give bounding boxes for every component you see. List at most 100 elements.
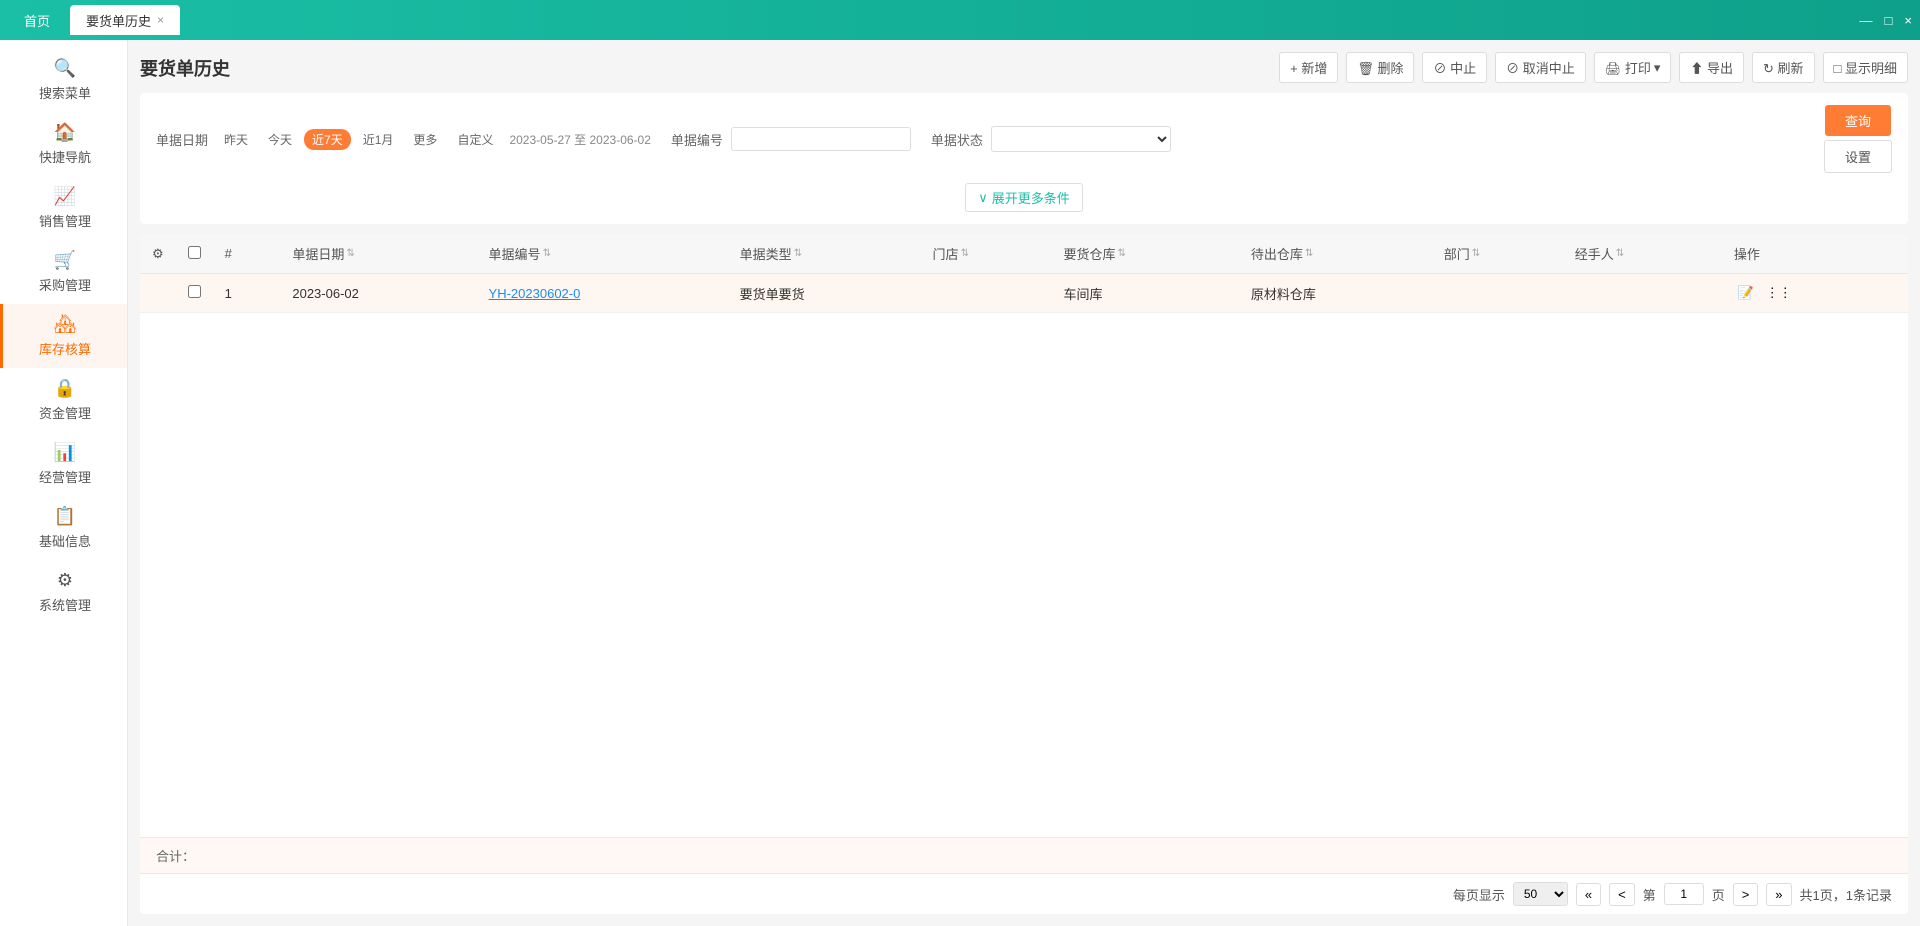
col-docno[interactable]: 单据编号 ⇅ (477, 234, 728, 274)
total-label: 共1页，1条记录 (1800, 885, 1892, 904)
shortcut-yesterday[interactable]: 昨天 (216, 129, 256, 150)
col-doctype-label: 单据类型 (740, 244, 792, 263)
page-title: 要货单历史 (140, 55, 230, 81)
col-req-warehouse-label: 要货仓库 (1064, 244, 1116, 263)
cell-store (921, 274, 1052, 313)
shortcut-more[interactable]: 更多 (405, 129, 445, 150)
docno-input[interactable] (731, 127, 911, 151)
expand-more-button[interactable]: ∨ 展开更多条件 (965, 183, 1083, 212)
col-check (176, 234, 213, 274)
sidebar-item-finance-label: 资金管理 (39, 403, 91, 422)
setting-button[interactable]: 设置 (1824, 140, 1892, 173)
pagination: 每页显示 20 50 100 200 « < 第 页 > (140, 873, 1908, 914)
export-button-label: ⬆ 导出 (1690, 58, 1733, 77)
more-button[interactable]: ⋮⋮ (1762, 282, 1796, 304)
cell-check (176, 274, 213, 313)
col-handler-label: 经手人 (1575, 244, 1614, 263)
select-all-checkbox[interactable] (188, 246, 201, 259)
cell-pending-warehouse: 原材料仓库 (1239, 274, 1432, 313)
table-header-row: ⚙ # 单据日期 ⇅ 单据编号 (140, 234, 1908, 274)
col-pending-warehouse-sort[interactable]: 待出仓库 ⇅ (1251, 244, 1313, 263)
col-date[interactable]: 单据日期 ⇅ (280, 234, 476, 274)
sidebar-item-purchase[interactable]: 🛒 采购管理 (0, 240, 127, 304)
page-header: 要货单历史 + 新增 🗑 删除 ⊘ 中止 ⊘ 取消中止 🖨 打印 ▾ (140, 52, 1908, 83)
col-handler-sort[interactable]: 经手人 ⇅ (1575, 244, 1624, 263)
new-button[interactable]: + 新增 (1279, 52, 1338, 83)
row-checkbox[interactable] (188, 285, 201, 298)
sidebar-item-search[interactable]: 🔍 搜索菜单 (0, 48, 127, 112)
page-input[interactable] (1664, 883, 1704, 905)
toolbar: + 新增 🗑 删除 ⊘ 中止 ⊘ 取消中止 🖨 打印 ▾ ⬆ 导出 (1279, 52, 1908, 83)
cancel-stop-button[interactable]: ⊘ 取消中止 (1495, 52, 1586, 83)
next-page-button[interactable]: > (1733, 883, 1759, 906)
sidebar-item-operation-label: 经营管理 (39, 467, 91, 486)
jump-suffix: 页 (1712, 885, 1725, 904)
show-detail-button[interactable]: □ 显示明细 (1823, 52, 1908, 83)
more-icon: ⋮⋮ (1766, 285, 1792, 300)
col-dept-sort[interactable]: 部门 ⇅ (1444, 244, 1480, 263)
col-doctype[interactable]: 单据类型 ⇅ (728, 234, 921, 274)
window-close-icon[interactable]: × (1904, 13, 1912, 28)
new-button-label: + 新增 (1290, 58, 1327, 77)
tab-home[interactable]: 首页 (8, 5, 66, 35)
prev-page-button[interactable]: < (1609, 883, 1635, 906)
export-button[interactable]: ⬆ 导出 (1679, 52, 1744, 83)
col-store-label: 门店 (933, 244, 959, 263)
refresh-button[interactable]: ↻ 刷新 (1752, 52, 1815, 83)
shortcut-1month[interactable]: 近1月 (355, 129, 402, 150)
system-icon: ⚙ (57, 570, 73, 591)
col-dept[interactable]: 部门 ⇅ (1432, 234, 1563, 274)
tab-active[interactable]: 要货单历史 × (70, 5, 180, 35)
delete-button-label: 🗑 删除 (1357, 58, 1403, 77)
stop-button[interactable]: ⊘ 中止 (1422, 52, 1487, 83)
query-button[interactable]: 查询 (1825, 105, 1891, 136)
sidebar-item-basic[interactable]: 📋 基础信息 (0, 496, 127, 560)
delete-button[interactable]: 🗑 删除 (1346, 52, 1414, 83)
cancel-stop-button-label: ⊘ 取消中止 (1506, 58, 1575, 77)
col-req-warehouse-sort-icon: ⇅ (1118, 248, 1126, 259)
col-docno-label: 单据编号 (489, 244, 541, 263)
status-label: 单据状态 (931, 130, 983, 149)
tab-close-icon[interactable]: × (157, 13, 164, 27)
col-date-sort[interactable]: 单据日期 ⇅ (292, 244, 354, 263)
main-layout: 🔍 搜索菜单 🏠 快捷导航 📈 销售管理 🛒 采购管理 🏘 库存核算 🔒 资金管… (0, 40, 1920, 926)
shortcut-7days[interactable]: 近7天 (304, 129, 351, 150)
col-pending-warehouse[interactable]: 待出仓库 ⇅ (1239, 234, 1432, 274)
show-detail-label: □ 显示明细 (1834, 58, 1897, 77)
sidebar-item-inventory[interactable]: 🏘 库存核算 (0, 304, 127, 368)
minimize-icon[interactable]: — (1860, 13, 1873, 28)
last-page-button[interactable]: » (1766, 883, 1791, 906)
cell-settings (140, 274, 176, 313)
page-size-select[interactable]: 20 50 100 200 (1513, 882, 1568, 906)
col-op: 操作 (1722, 234, 1908, 274)
col-docno-sort[interactable]: 单据编号 ⇅ (489, 244, 551, 263)
sidebar-item-operation[interactable]: 📊 经营管理 (0, 432, 127, 496)
col-handler[interactable]: 经手人 ⇅ (1563, 234, 1722, 274)
status-select[interactable] (991, 126, 1171, 152)
print-button[interactable]: 🖨 打印 ▾ (1594, 52, 1672, 83)
setting-button-label: 设置 (1845, 150, 1871, 165)
edit-button[interactable]: 📝 (1734, 282, 1758, 304)
window-controls: — □ × (1860, 13, 1912, 28)
col-req-warehouse[interactable]: 要货仓库 ⇅ (1052, 234, 1239, 274)
sidebar-item-sales[interactable]: 📈 销售管理 (0, 176, 127, 240)
sidebar-item-quick-nav[interactable]: 🏠 快捷导航 (0, 112, 127, 176)
col-store[interactable]: 门店 ⇅ (921, 234, 1052, 274)
print-button-label: 🖨 打印 (1605, 58, 1651, 77)
col-settings[interactable]: ⚙ (140, 234, 176, 274)
refresh-button-label: ↻ 刷新 (1763, 58, 1804, 77)
sidebar-item-system[interactable]: ⚙ 系统管理 (0, 560, 127, 624)
shortcut-today[interactable]: 今天 (260, 129, 300, 150)
shortcut-custom[interactable]: 自定义 (449, 129, 501, 150)
col-doctype-sort[interactable]: 单据类型 ⇅ (740, 244, 802, 263)
tab-active-label: 要货单历史 (86, 11, 151, 30)
last-page-icon: » (1775, 887, 1782, 902)
edit-icon: 📝 (1738, 285, 1754, 300)
docno-link[interactable]: YH-20230602-0 (489, 286, 581, 301)
first-page-button[interactable]: « (1576, 883, 1601, 906)
col-req-warehouse-sort[interactable]: 要货仓库 ⇅ (1064, 244, 1126, 263)
col-store-sort[interactable]: 门店 ⇅ (933, 244, 969, 263)
sidebar-item-finance[interactable]: 🔒 资金管理 (0, 368, 127, 432)
maximize-icon[interactable]: □ (1885, 13, 1893, 28)
sidebar-item-sales-label: 销售管理 (39, 211, 91, 230)
